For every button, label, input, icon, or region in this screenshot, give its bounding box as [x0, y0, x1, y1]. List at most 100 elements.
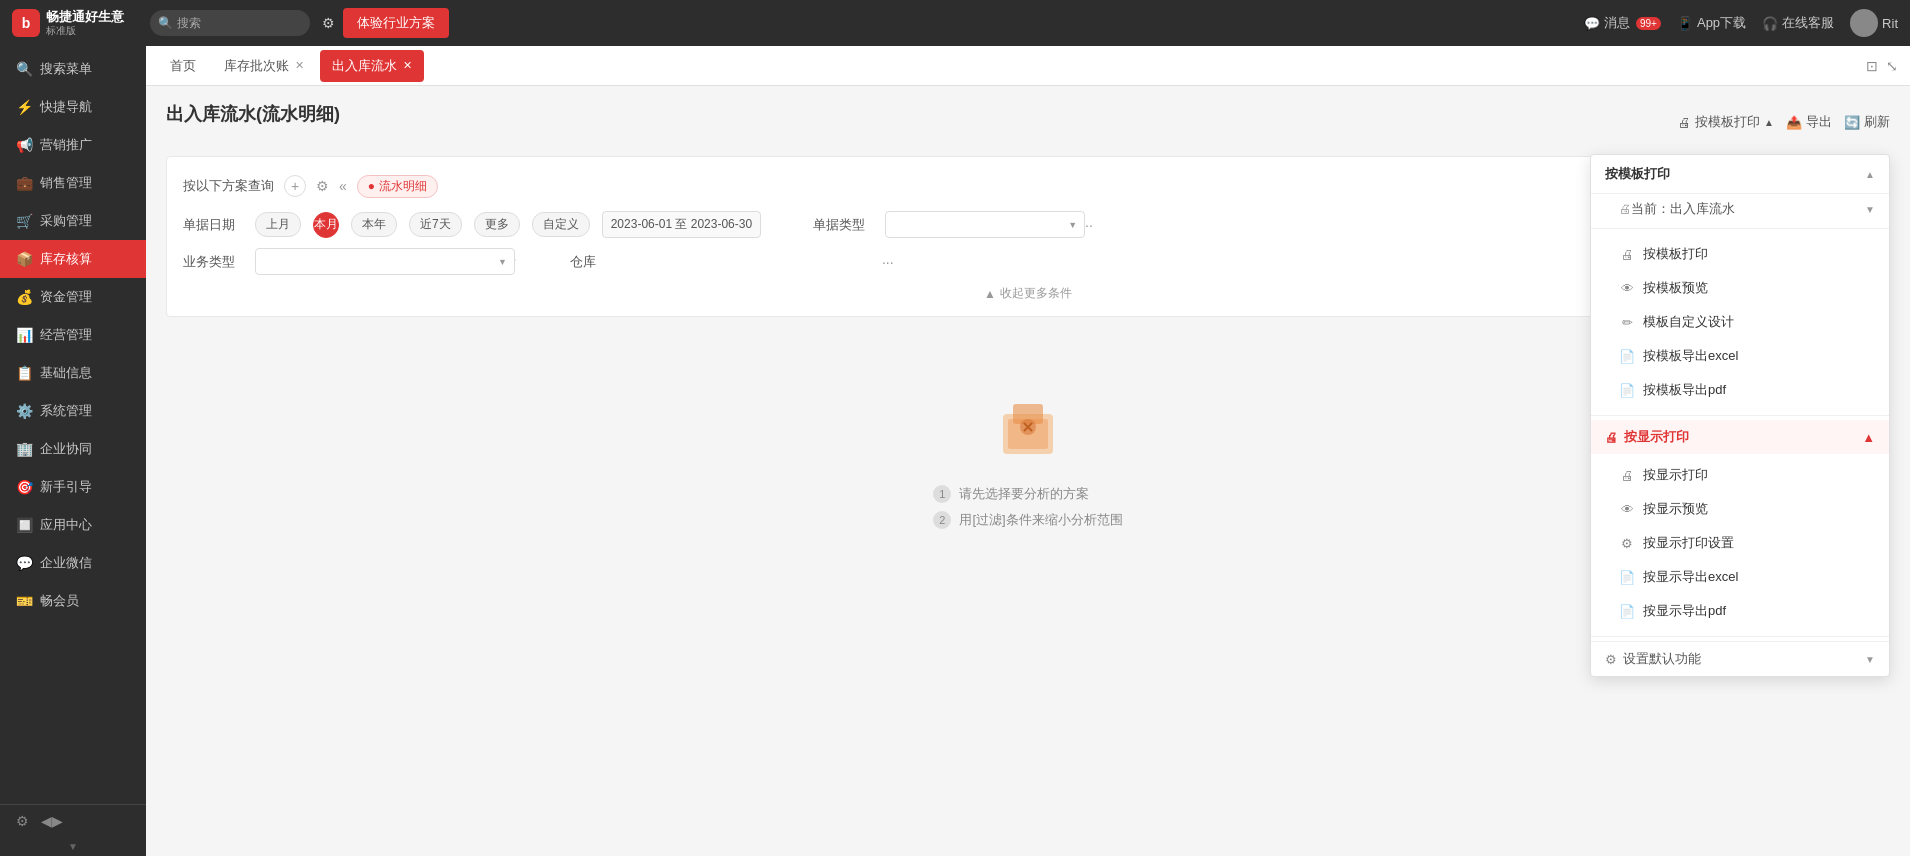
- date-more[interactable]: 更多: [474, 212, 520, 237]
- sidebar-label: 快捷导航: [40, 98, 92, 116]
- sidebar-item-basic[interactable]: 📋 基础信息: [0, 354, 146, 392]
- dropdown-display-pdf[interactable]: 📄 按显示导出pdf: [1591, 594, 1889, 628]
- sidebar-collapse-icon[interactable]: ◀▶: [41, 813, 63, 829]
- dropdown-display-excel[interactable]: 📄 按显示导出excel: [1591, 560, 1889, 594]
- sidebar-item-quick-nav[interactable]: ⚡ 快捷导航: [0, 88, 146, 126]
- gear-icon: ⚙️: [16, 403, 32, 419]
- empty-illustration: [988, 389, 1068, 469]
- settings-icon[interactable]: ⚙: [322, 15, 335, 31]
- print-dropdown-panel: 按模板打印 ▲ 🖨 当前：出入库流水 ▼ 🖨 按模板打印: [1590, 154, 1890, 677]
- sidebar-item-apps[interactable]: 🔲 应用中心: [0, 506, 146, 544]
- tab-inventory-batch-label: 库存批次账: [224, 57, 289, 75]
- current-template-icon: 🖨: [1619, 202, 1631, 216]
- item-label: 模板自定义设计: [1643, 313, 1734, 331]
- footer-label: 设置默认功能: [1623, 650, 1701, 668]
- display-print-section: 🖨 按显示打印 👁 按显示预览 ⚙ 按显示打印设置 📄 按显示导出excel: [1591, 454, 1889, 632]
- sidebar-item-purchase[interactable]: 🛒 采购管理: [0, 202, 146, 240]
- dropdown-display-preview[interactable]: 👁 按显示预览: [1591, 492, 1889, 526]
- dropdown-template-pdf[interactable]: 📄 按模板导出pdf: [1591, 373, 1889, 407]
- grid-icon: 🔲: [16, 517, 32, 533]
- sidebar-item-finance[interactable]: 💰 资金管理: [0, 278, 146, 316]
- tab-inout-flow[interactable]: 出入库流水 ✕: [320, 50, 424, 82]
- tab-restore-icon[interactable]: ⊡: [1866, 58, 1878, 74]
- sidebar-item-wechat[interactable]: 💬 企业微信: [0, 544, 146, 582]
- date-custom[interactable]: 自定义: [532, 212, 590, 237]
- messages-btn[interactable]: 💬 消息 99+: [1584, 14, 1661, 32]
- doc-type-select-wrapper: [885, 211, 1085, 238]
- dropdown-collapse-icon[interactable]: ▲: [1865, 169, 1875, 180]
- empty-steps-list: 1 请先选择要分析的方案 2 用[过滤]条件来缩小分析范围: [933, 485, 1122, 529]
- step-2-text: 用[过滤]条件来缩小分析范围: [959, 511, 1122, 529]
- sidebar-item-sales[interactable]: 💼 销售管理: [0, 164, 146, 202]
- cart-icon: 🛒: [16, 213, 32, 229]
- sidebar: 🔍 搜索菜单 ⚡ 快捷导航 📢 营销推广 💼 销售管理 🛒 采购管理 📦 库存核…: [0, 46, 146, 856]
- dropdown-template-excel[interactable]: 📄 按模板导出excel: [1591, 339, 1889, 373]
- logo-text: 畅捷通好生意 标准版: [46, 9, 124, 37]
- biz-type-select-wrapper: [255, 248, 515, 275]
- current-template-row[interactable]: 🖨 当前：出入库流水 ▼: [1591, 194, 1889, 224]
- sidebar-item-inventory[interactable]: 📦 库存核算: [0, 240, 146, 278]
- sidebar-item-system[interactable]: ⚙️ 系统管理: [0, 392, 146, 430]
- warehouse-more-icon[interactable]: ···: [882, 254, 894, 270]
- ticket-icon: 🎫: [16, 593, 32, 609]
- app-download-btn[interactable]: 📱 App下载: [1677, 14, 1746, 32]
- sidebar-label: 销售管理: [40, 174, 92, 192]
- dropdown-template-print[interactable]: 🖨 按模板打印: [1591, 237, 1889, 271]
- try-industry-btn[interactable]: 体验行业方案: [343, 8, 449, 38]
- sidebar-item-newbie[interactable]: 🎯 新手引导: [0, 468, 146, 506]
- tab-home[interactable]: 首页: [158, 50, 208, 82]
- filter-collapse-left-btn[interactable]: «: [339, 178, 347, 194]
- sidebar-item-operation[interactable]: 📊 经营管理: [0, 316, 146, 354]
- export-btn[interactable]: 📤 导出: [1786, 113, 1832, 131]
- online-service-btn[interactable]: 🎧 在线客服: [1762, 14, 1834, 32]
- refresh-icon: 🔄: [1844, 115, 1860, 130]
- biz-type-label: 业务类型: [183, 253, 243, 271]
- sidebar-item-search[interactable]: 🔍 搜索菜单: [0, 50, 146, 88]
- sidebar-label: 经营管理: [40, 326, 92, 344]
- date-current-month[interactable]: 本月: [313, 212, 339, 238]
- date-last-7days[interactable]: 近7天: [409, 212, 462, 237]
- sidebar-label: 企业微信: [40, 554, 92, 572]
- doc-type-select[interactable]: [885, 211, 1085, 238]
- divider-2: [1591, 415, 1889, 416]
- print-template-btn[interactable]: 🖨 按模板打印 ▲: [1678, 113, 1774, 131]
- search-icon: 🔍: [158, 16, 173, 30]
- messages-badge: 99+: [1636, 17, 1661, 30]
- dropdown-display-print[interactable]: 🖨 按显示打印: [1591, 458, 1889, 492]
- item-label: 按显示预览: [1643, 500, 1708, 518]
- template-print-section: 🖨 按模板打印 👁 按模板预览 ✏ 模板自定义设计 📄 按模板导出excel: [1591, 233, 1889, 411]
- item-label: 按模板导出excel: [1643, 347, 1738, 365]
- tab-inventory-batch-close[interactable]: ✕: [295, 59, 304, 72]
- printer-icon: 🖨: [1619, 468, 1635, 483]
- tab-inventory-batch[interactable]: 库存批次账 ✕: [212, 50, 316, 82]
- step-num-1: 1: [933, 485, 951, 503]
- display-print-section-header[interactable]: 🖨 按显示打印 ▲: [1591, 420, 1889, 454]
- sidebar-label: 库存核算: [40, 250, 92, 268]
- sidebar-scroll-down[interactable]: ▼: [0, 837, 146, 856]
- date-label: 单据日期: [183, 216, 243, 234]
- filter-settings-btn[interactable]: ⚙: [316, 178, 329, 194]
- dropdown-template-preview[interactable]: 👁 按模板预览: [1591, 271, 1889, 305]
- sidebar-item-member[interactable]: 🎫 畅会员: [0, 582, 146, 620]
- user-area[interactable]: Rit: [1850, 9, 1898, 37]
- logo-icon: b: [12, 9, 40, 37]
- dropdown-footer[interactable]: ⚙ 设置默认功能 ▼: [1591, 641, 1889, 676]
- briefcase-icon: 💼: [16, 175, 32, 191]
- sidebar-settings-icon[interactable]: ⚙: [16, 813, 29, 829]
- dropdown-display-settings[interactable]: ⚙ 按显示打印设置: [1591, 526, 1889, 560]
- sidebar-item-marketing[interactable]: 📢 营销推广: [0, 126, 146, 164]
- empty-step-1: 1 请先选择要分析的方案: [933, 485, 1122, 503]
- refresh-btn[interactable]: 🔄 刷新: [1844, 113, 1890, 131]
- tab-inout-flow-label: 出入库流水: [332, 57, 397, 75]
- date-current-year[interactable]: 本年: [351, 212, 397, 237]
- date-last-month[interactable]: 上月: [255, 212, 301, 237]
- tab-expand-icon[interactable]: ⤡: [1886, 58, 1898, 74]
- dropdown-template-custom[interactable]: ✏ 模板自定义设计: [1591, 305, 1889, 339]
- sidebar-item-enterprise[interactable]: 🏢 企业协同: [0, 430, 146, 468]
- search-bar[interactable]: 🔍 搜索: [150, 10, 310, 36]
- tab-inout-flow-close[interactable]: ✕: [403, 59, 412, 72]
- biz-type-select[interactable]: [255, 248, 515, 275]
- add-filter-btn[interactable]: +: [284, 175, 306, 197]
- flow-detail-chip[interactable]: ● 流水明细: [357, 175, 438, 198]
- wechat-icon: 💬: [16, 555, 32, 571]
